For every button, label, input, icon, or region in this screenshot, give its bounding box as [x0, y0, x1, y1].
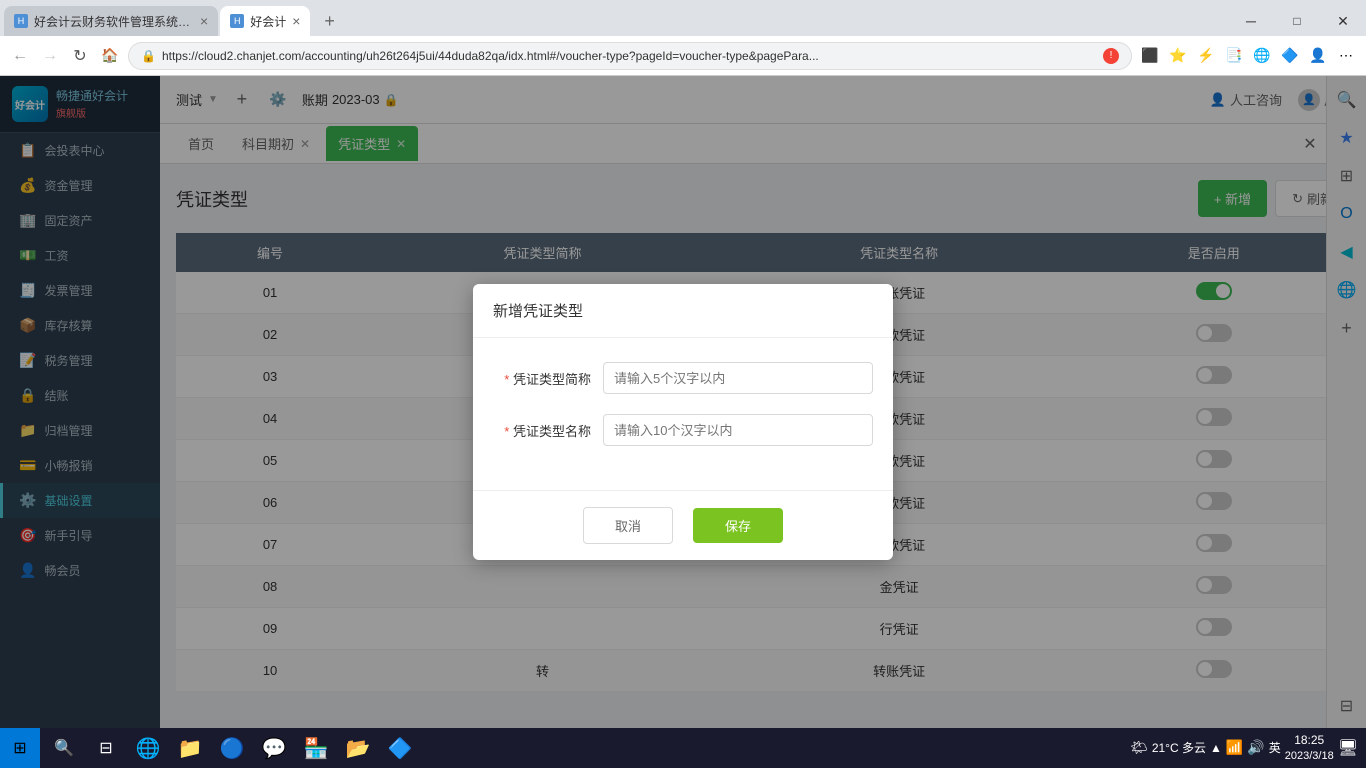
- nav-forward[interactable]: →: [38, 44, 62, 68]
- taskbar-store[interactable]: 🏪: [296, 728, 336, 768]
- taskbar: ⊞ 🔍 ⊟ 🌐 📁 🔵 💬 🏪 📂 🔷 🌤 21°C 多云 ▲ 📶 🔊 英 18…: [0, 728, 1366, 768]
- browser-extensions: ⬛ ⭐ ⚡ 📑 🌐 🔷 👤 ⋯: [1138, 44, 1358, 68]
- extension-icon-7[interactable]: 👤: [1306, 44, 1330, 68]
- url-text: https://cloud2.chanjet.com/accounting/uh…: [162, 49, 1097, 63]
- browser-tab-close-2[interactable]: ×: [292, 13, 300, 29]
- browser-tab-active[interactable]: H 好会计 ×: [220, 6, 310, 36]
- nav-home[interactable]: 🏠: [98, 44, 122, 68]
- extension-icon-5[interactable]: 🌐: [1250, 44, 1274, 68]
- save-button[interactable]: 保存: [693, 508, 783, 543]
- taskbar-weather-text: 21°C 多云: [1152, 739, 1206, 756]
- dialog-overlay: 新增凭证类型 * 凭证类型简称 *: [0, 76, 1366, 768]
- taskbar-chrome[interactable]: 🔵: [212, 728, 252, 768]
- taskbar-explorer[interactable]: 📁: [170, 728, 210, 768]
- taskbar-msedge2[interactable]: 🔷: [380, 728, 420, 768]
- dialog-footer: 取消 保存: [473, 490, 893, 560]
- taskbar-task-view[interactable]: ⊟: [86, 728, 126, 768]
- window-minimize[interactable]: ─: [1228, 6, 1274, 36]
- taskbar-tray: 🌤 21°C 多云 ▲ 📶 🔊 英 18:25 2023/3/18 🖥: [1122, 733, 1366, 763]
- full-name-input[interactable]: [603, 414, 873, 446]
- taskbar-folder[interactable]: 📂: [338, 728, 378, 768]
- window-close[interactable]: ✕: [1320, 6, 1366, 36]
- taskbar-lang[interactable]: 英: [1269, 739, 1281, 756]
- url-bar[interactable]: 🔒 https://cloud2.chanjet.com/accounting/…: [128, 42, 1132, 70]
- taskbar-net-icon: 📶: [1226, 739, 1243, 756]
- form-row-short: * 凭证类型简称: [493, 362, 873, 394]
- window-maximize[interactable]: □: [1274, 6, 1320, 36]
- taskbar-wechat[interactable]: 💬: [254, 728, 294, 768]
- browser-tab-close-1[interactable]: ×: [200, 13, 208, 29]
- taskbar-edge[interactable]: 🌐: [128, 728, 168, 768]
- dialog-title: 新增凭证类型: [493, 300, 583, 321]
- dialog: 新增凭证类型 * 凭证类型简称 *: [473, 284, 893, 560]
- start-button[interactable]: ⊞: [0, 728, 40, 768]
- taskbar-search[interactable]: 🔍: [44, 728, 84, 768]
- new-tab-button[interactable]: +: [316, 11, 343, 32]
- form-row-fullname: * 凭证类型名称: [493, 414, 873, 446]
- nav-back[interactable]: ←: [8, 44, 32, 68]
- extension-icon-4[interactable]: 📑: [1222, 44, 1246, 68]
- extension-icon-2[interactable]: ⭐: [1166, 44, 1190, 68]
- dialog-body: * 凭证类型简称 * 凭证类型名称: [473, 338, 893, 490]
- cancel-button[interactable]: 取消: [583, 507, 673, 544]
- extension-icon-1[interactable]: ⬛: [1138, 44, 1162, 68]
- taskbar-icons: 🔍 ⊟ 🌐 📁 🔵 💬 🏪 📂 🔷: [40, 728, 1122, 768]
- taskbar-notification[interactable]: 🖥: [1338, 738, 1358, 758]
- taskbar-arrow-up[interactable]: ▲: [1210, 741, 1222, 755]
- extension-icon-3[interactable]: ⚡: [1194, 44, 1218, 68]
- browser-menu[interactable]: ⋯: [1334, 44, 1358, 68]
- full-name-label: * 凭证类型名称: [493, 421, 603, 440]
- browser-tab-title-2: 好会计: [250, 13, 286, 30]
- nav-refresh[interactable]: ↻: [68, 44, 92, 68]
- browser-tab-title-1: 好会计云财务软件管理系统_会计: [34, 13, 194, 30]
- dialog-header: 新增凭证类型: [473, 284, 893, 338]
- short-name-label: * 凭证类型简称: [493, 369, 603, 388]
- taskbar-weather: 🌤: [1130, 739, 1148, 756]
- extension-icon-6[interactable]: 🔷: [1278, 44, 1302, 68]
- taskbar-vol-icon: 🔊: [1247, 739, 1264, 756]
- short-name-input[interactable]: [603, 362, 873, 394]
- taskbar-time-display[interactable]: 18:25 2023/3/18: [1285, 733, 1334, 763]
- browser-tab-inactive[interactable]: H 好会计云财务软件管理系统_会计 ×: [4, 6, 218, 36]
